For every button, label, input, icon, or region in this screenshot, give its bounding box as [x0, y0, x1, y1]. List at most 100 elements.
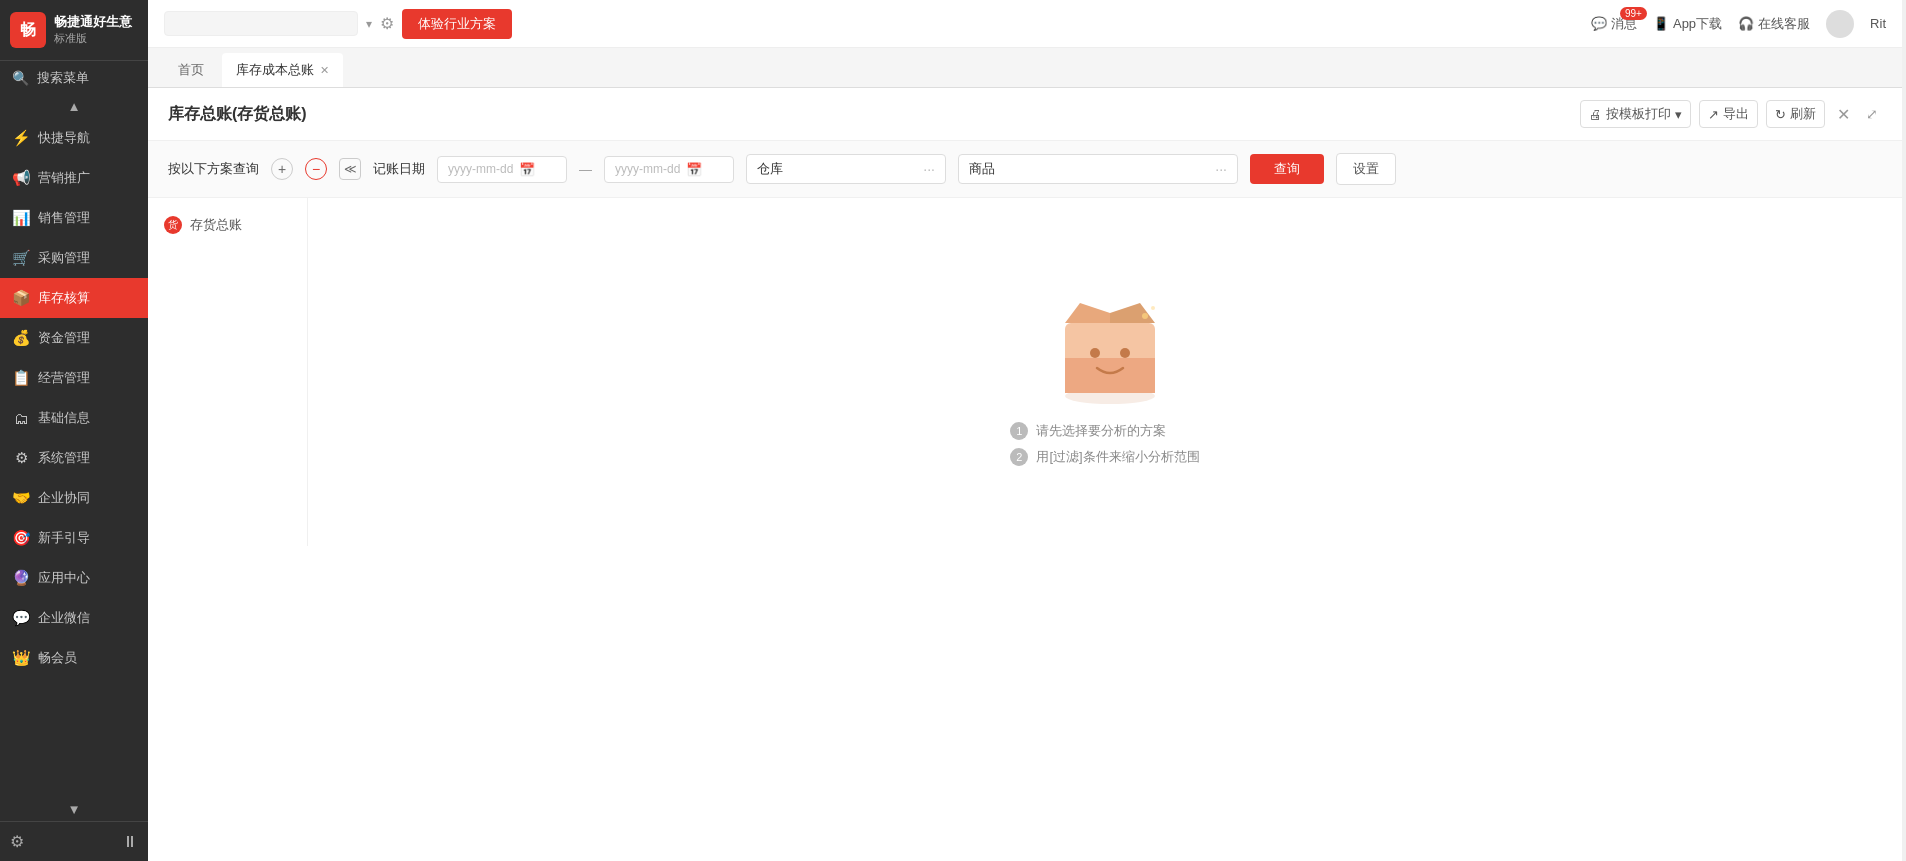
- sidebar-item-label: 销售管理: [38, 209, 90, 227]
- basic-info-icon: 🗂: [12, 410, 30, 427]
- empty-hint-2: 2 用[过滤]条件来缩小分析范围: [1010, 448, 1199, 466]
- right-panel: [1902, 0, 1906, 861]
- filter-add-button[interactable]: +: [271, 158, 293, 180]
- sidebar-item-operations[interactable]: 📋 经营管理: [0, 358, 148, 398]
- guide-icon: 🎯: [12, 529, 30, 547]
- trial-button[interactable]: 体验行业方案: [402, 9, 512, 39]
- sidebar-item-label: 系统管理: [38, 449, 90, 467]
- empty-hints: 1 请先选择要分析的方案 2 用[过滤]条件来缩小分析范围: [1010, 422, 1199, 466]
- search-menu-item[interactable]: 🔍 搜索菜单: [0, 61, 148, 95]
- main-content: ▾ ⚙ 体验行业方案 💬 消息 99+ 📱 App下载 🎧 在线客服 Rit: [148, 0, 1902, 861]
- message-icon: 💬: [1591, 16, 1607, 31]
- print-template-label: 按模板打印: [1606, 105, 1671, 123]
- sidebar-item-finance[interactable]: 💰 资金管理: [0, 318, 148, 358]
- sidebar-item-purchase[interactable]: 🛒 采购管理: [0, 238, 148, 278]
- sidebar: 畅 畅捷通好生意 标准版 🔍 搜索菜单 ▲ ⚡ 快捷导航 📢 营销推广 📊 销售…: [0, 0, 148, 861]
- date-from-input[interactable]: yyyy-mm-dd 📅: [437, 156, 567, 183]
- sidebar-item-label: 库存核算: [38, 289, 90, 307]
- warehouse-more-icon: ···: [923, 161, 935, 177]
- toggle-footer-button[interactable]: ⏸: [122, 833, 138, 851]
- empty-illustration-svg: [1045, 278, 1175, 408]
- export-button[interactable]: ↗ 导出: [1699, 100, 1758, 128]
- phone-icon: 📱: [1653, 16, 1669, 31]
- online-service-button[interactable]: 🎧 在线客服: [1738, 15, 1810, 33]
- search-menu-label: 搜索菜单: [37, 69, 89, 87]
- sidebar-nav: ⚡ 快捷导航 📢 营销推广 📊 销售管理 🛒 采购管理 📦 库存核算 💰 资金管…: [0, 118, 148, 798]
- tab-close-icon[interactable]: ✕: [320, 64, 329, 77]
- hint-number-1: 1: [1010, 422, 1028, 440]
- sidebar-item-label: 营销推广: [38, 169, 90, 187]
- app-download-label: App下载: [1673, 15, 1722, 33]
- filter-remove-button[interactable]: −: [305, 158, 327, 180]
- sidebar-logo: 畅 畅捷通好生意 标准版: [0, 0, 148, 61]
- warehouse-selector[interactable]: 仓库 ···: [746, 154, 946, 184]
- sidebar-item-app-center[interactable]: 🔮 应用中心: [0, 558, 148, 598]
- scheme-item[interactable]: 货 存货总账: [148, 208, 307, 242]
- filter-collapse-button[interactable]: ≪: [339, 158, 361, 180]
- print-template-button[interactable]: 🖨 按模板打印 ▾: [1580, 100, 1691, 128]
- brand-name: 畅捷通好生意: [54, 13, 132, 31]
- sidebar-item-label: 企业微信: [38, 609, 90, 627]
- refresh-button[interactable]: ↻ 刷新: [1766, 100, 1825, 128]
- scroll-up-button[interactable]: ▲: [0, 95, 148, 118]
- page-header: 库存总账(存货总账) 🖨 按模板打印 ▾ ↗ 导出 ↻ 刷新 ✕ ⤢: [148, 88, 1902, 141]
- expand-button[interactable]: ⤢: [1862, 102, 1882, 126]
- sidebar-item-guide[interactable]: 🎯 新手引导: [0, 518, 148, 558]
- calendar-icon: 📅: [519, 162, 535, 177]
- sidebar-item-sales[interactable]: 📊 销售管理: [0, 198, 148, 238]
- sidebar-item-label: 资金管理: [38, 329, 90, 347]
- empty-state: 1 请先选择要分析的方案 2 用[过滤]条件来缩小分析范围: [308, 198, 1902, 546]
- cooperation-icon: 🤝: [12, 489, 30, 507]
- sidebar-item-label: 畅会员: [38, 649, 77, 667]
- hint-text-1: 请先选择要分析的方案: [1036, 422, 1166, 440]
- goods-more-icon: ···: [1215, 161, 1227, 177]
- app-download-button[interactable]: 📱 App下载: [1653, 15, 1722, 33]
- message-button[interactable]: 💬 消息 99+: [1591, 15, 1637, 33]
- topbar-gear-icon[interactable]: ⚙: [380, 14, 394, 33]
- svg-rect-2: [1065, 358, 1155, 393]
- headphone-icon: 🎧: [1738, 16, 1754, 31]
- print-chevron-icon: ▾: [1675, 107, 1682, 122]
- hint-number-2: 2: [1010, 448, 1028, 466]
- date-to-placeholder: yyyy-mm-dd: [615, 162, 680, 176]
- sidebar-item-quick-nav[interactable]: ⚡ 快捷导航: [0, 118, 148, 158]
- membership-icon: 👑: [12, 649, 30, 667]
- date-filter-label: 记账日期: [373, 160, 425, 178]
- sidebar-item-label: 经营管理: [38, 369, 90, 387]
- query-button[interactable]: 查询: [1250, 154, 1324, 184]
- sidebar-item-system[interactable]: ⚙ 系统管理: [0, 438, 148, 478]
- page-title: 库存总账(存货总账): [168, 104, 307, 125]
- sidebar-item-cooperation[interactable]: 🤝 企业协同: [0, 478, 148, 518]
- marketing-icon: 📢: [12, 169, 30, 187]
- search-icon: 🔍: [12, 70, 29, 86]
- export-label: 导出: [1723, 105, 1749, 123]
- sidebar-item-enterprise-wechat[interactable]: 💬 企业微信: [0, 598, 148, 638]
- sidebar-item-marketing[interactable]: 📢 营销推广: [0, 158, 148, 198]
- topbar-chevron-icon[interactable]: ▾: [366, 17, 372, 31]
- empty-hint-1: 1 请先选择要分析的方案: [1010, 422, 1199, 440]
- svg-point-3: [1090, 348, 1100, 358]
- settings-button[interactable]: 设置: [1336, 153, 1396, 185]
- svg-point-4: [1120, 348, 1130, 358]
- date-to-input[interactable]: yyyy-mm-dd 📅: [604, 156, 734, 183]
- scheme-item-label: 存货总账: [190, 216, 242, 234]
- sidebar-item-inventory[interactable]: 📦 库存核算: [0, 278, 148, 318]
- sidebar-item-basic-info[interactable]: 🗂 基础信息: [0, 398, 148, 438]
- tab-inventory-cost[interactable]: 库存成本总账 ✕: [222, 53, 343, 87]
- topbar-nav-input[interactable]: [164, 11, 358, 36]
- refresh-icon: ↻: [1775, 107, 1786, 122]
- goods-selector[interactable]: 商品 ···: [958, 154, 1238, 184]
- inventory-icon: 📦: [12, 289, 30, 307]
- settings-footer-button[interactable]: ⚙: [10, 832, 24, 851]
- date-separator: —: [579, 162, 592, 177]
- tab-home[interactable]: 首页: [164, 53, 218, 87]
- close-panel-button[interactable]: ✕: [1833, 101, 1854, 128]
- user-avatar[interactable]: [1826, 10, 1854, 38]
- scroll-down-button[interactable]: ▼: [0, 798, 148, 821]
- quick-nav-icon: ⚡: [12, 129, 30, 147]
- sidebar-footer: ⚙ ⏸: [0, 821, 148, 861]
- logo-icon: 畅: [10, 12, 46, 48]
- sidebar-item-membership[interactable]: 👑 畅会员: [0, 638, 148, 678]
- sidebar-item-label: 应用中心: [38, 569, 90, 587]
- empty-illustration: [1045, 278, 1165, 398]
